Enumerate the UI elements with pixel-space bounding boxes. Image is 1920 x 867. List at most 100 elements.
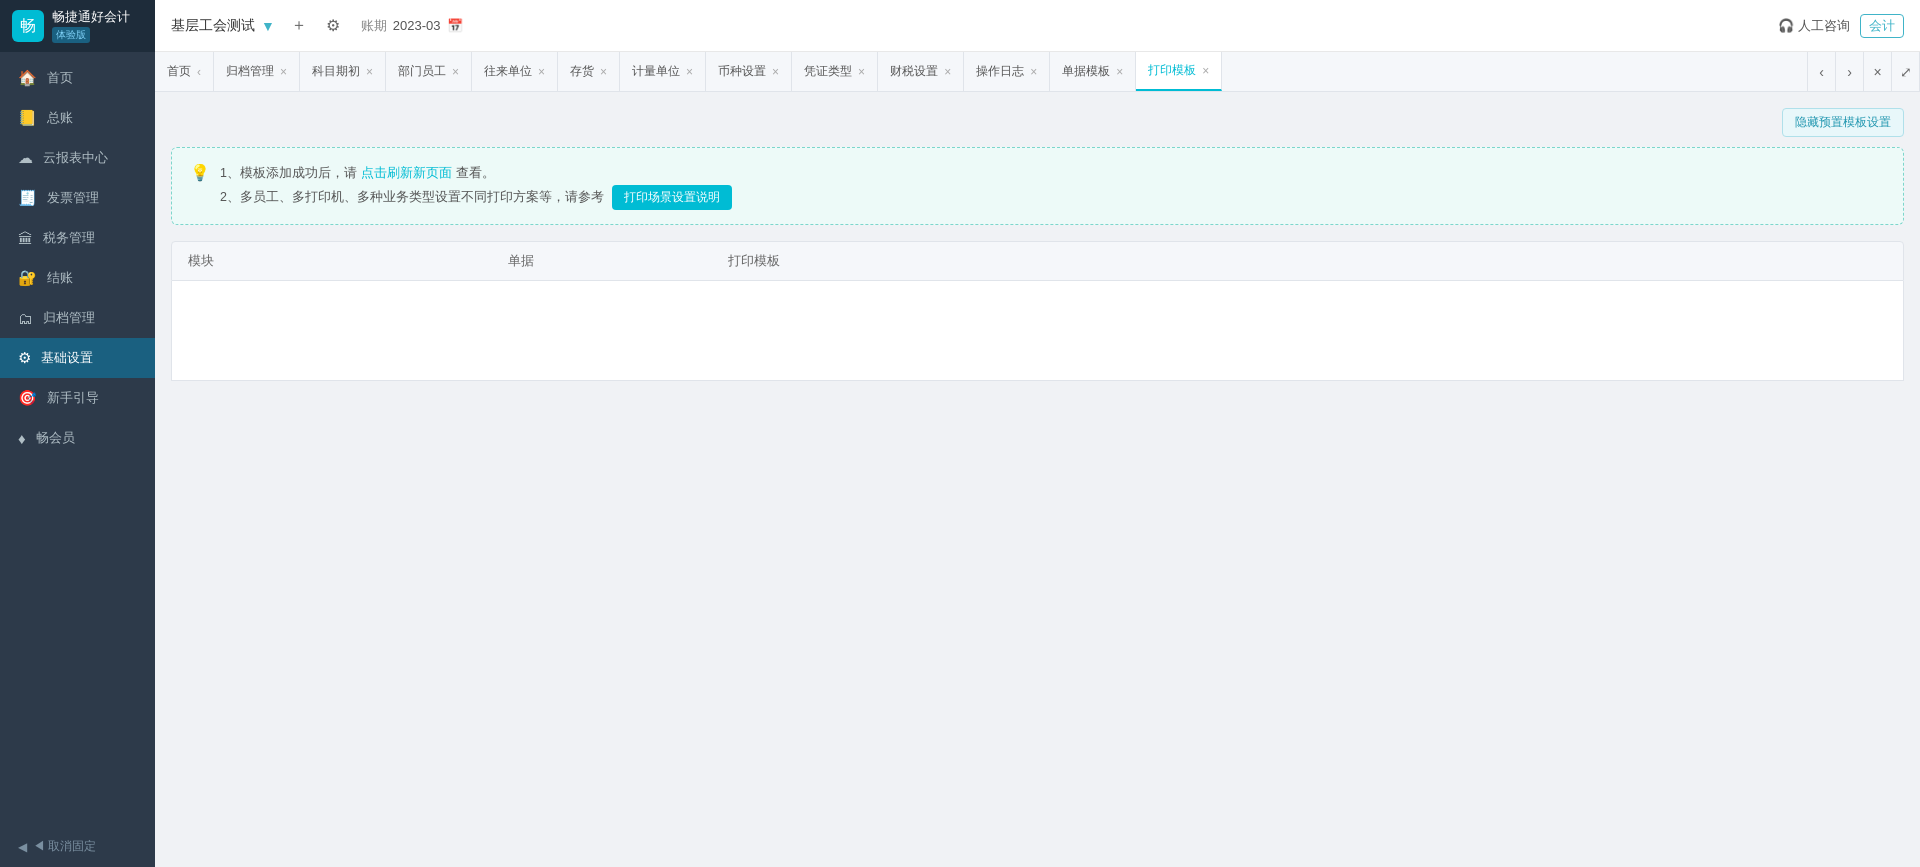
sidebar-label-archive: 归档管理 <box>43 309 95 327</box>
ledger-icon: 📒 <box>18 109 37 127</box>
table-header: 模块 单据 打印模板 <box>171 241 1904 281</box>
tax-icon: 🏛 <box>18 230 33 247</box>
hide-template-button[interactable]: 隐藏预置模板设置 <box>1782 108 1904 137</box>
sidebar-logo: 畅 畅捷通好会计 体验版 <box>0 0 155 52</box>
sidebar-nav: 🏠 首页 📒 总账 ☁ 云报表中心 🧾 发票管理 🏛 税务管理 🔐 结账 🗂 归… <box>0 52 155 826</box>
sidebar-label-close: 结账 <box>47 269 73 287</box>
archive-icon: 🗂 <box>18 310 33 327</box>
tab-dept[interactable]: 部门员工 × <box>386 52 472 91</box>
tab-fullscreen-button[interactable]: ⤢ <box>1892 52 1920 92</box>
tab-single[interactable]: 单据模板 × <box>1050 52 1136 91</box>
top-bar-actions: ＋ ⚙ <box>285 12 347 40</box>
info-text: 1、模板添加成功后，请 点击刷新新页面 查看。 2、多员工、多打印机、多种业务类… <box>220 162 1885 210</box>
sidebar-label-basic: 基础设置 <box>41 349 93 367</box>
tab-currency[interactable]: 币种设置 × <box>706 52 792 91</box>
tab-unit[interactable]: 计量单位 × <box>620 52 706 91</box>
sidebar-item-home[interactable]: 🏠 首页 <box>0 58 155 98</box>
tab-bar-nav: ‹ › × ⤢ <box>1807 52 1920 91</box>
add-tab-button[interactable]: ＋ <box>285 12 313 40</box>
tab-stock[interactable]: 存货 × <box>558 52 620 91</box>
tab-subject[interactable]: 科目期初 × <box>300 52 386 91</box>
sidebar-item-invoice[interactable]: 🧾 发票管理 <box>0 178 155 218</box>
tab-home[interactable]: 首页 ‹ <box>155 52 214 91</box>
tab-scroll-left-button[interactable]: ‹ <box>1808 52 1836 92</box>
unpin-icon: ◀ <box>18 840 27 854</box>
customer-service-label: 人工咨询 <box>1798 17 1850 35</box>
tab-archive[interactable]: 归档管理 × <box>214 52 300 91</box>
sidebar-label-guide: 新手引导 <box>47 389 99 407</box>
tab-supplier[interactable]: 往来单位 × <box>472 52 558 91</box>
th-module: 模块 <box>172 252 492 270</box>
settings-gear-button[interactable]: ⚙ <box>319 12 347 40</box>
info-line2-text: 2、多员工、多打印机、多种业务类型设置不同打印方案等，请参考 <box>220 186 604 209</box>
bulb-icon: 💡 <box>190 163 210 182</box>
content-area: 隐藏预置模板设置 💡 1、模板添加成功后，请 点击刷新新页面 查看。 2、多员工… <box>155 92 1920 867</box>
tab-bar: 首页 ‹ 归档管理 × 科目期初 × 部门员工 × 往来单位 × 存货 × 计量… <box>155 52 1920 92</box>
print-scene-btn[interactable]: 打印场景设置说明 <box>612 185 732 210</box>
tab-voucher[interactable]: 凭证类型 × <box>792 52 878 91</box>
tab-dept-close[interactable]: × <box>452 66 459 78</box>
sidebar-item-guide[interactable]: 🎯 新手引导 <box>0 378 155 418</box>
sidebar-label-reports: 云报表中心 <box>43 149 108 167</box>
reports-icon: ☁ <box>18 149 33 167</box>
sidebar-label-invoice: 发票管理 <box>47 189 99 207</box>
tab-oplog-close[interactable]: × <box>1030 66 1037 78</box>
calendar-icon[interactable]: 📅 <box>447 18 463 33</box>
sidebar-item-archive[interactable]: 🗂 归档管理 <box>0 298 155 338</box>
tab-close-all-button[interactable]: × <box>1864 52 1892 92</box>
tab-voucher-close[interactable]: × <box>858 66 865 78</box>
sidebar-item-close[interactable]: 🔐 结账 <box>0 258 155 298</box>
table-body <box>171 281 1904 381</box>
top-bar-right: 🎧 人工咨询 会计 <box>1778 14 1904 38</box>
tab-home-close[interactable]: ‹ <box>197 66 201 78</box>
sidebar-item-tax[interactable]: 🏛 税务管理 <box>0 218 155 258</box>
sidebar-item-member[interactable]: ♦ 畅会员 <box>0 418 155 458</box>
logo-icon: 畅 <box>12 10 44 42</box>
tab-supplier-close[interactable]: × <box>538 66 545 78</box>
sidebar-item-ledger[interactable]: 📒 总账 <box>0 98 155 138</box>
sidebar: 畅 畅捷通好会计 体验版 🏠 首页 📒 总账 ☁ 云报表中心 🧾 发票管理 🏛 … <box>0 0 155 867</box>
hide-template-btn-row: 隐藏预置模板设置 <box>171 108 1904 137</box>
tab-stock-close[interactable]: × <box>600 66 607 78</box>
settings-icon: ⚙ <box>18 349 31 367</box>
print-template-table: 模块 单据 打印模板 <box>171 241 1904 381</box>
customer-service-button[interactable]: 🎧 人工咨询 <box>1778 17 1850 35</box>
tab-unit-close[interactable]: × <box>686 66 693 78</box>
sidebar-label-home: 首页 <box>47 69 73 87</box>
tab-archive-close[interactable]: × <box>280 66 287 78</box>
close-month-icon: 🔐 <box>18 269 37 287</box>
top-bar: 基层工会测试 ▼ ＋ ⚙ 账期 2023-03 📅 🎧 人工咨询 会计 <box>155 0 1920 52</box>
company-name: 基层工会测试 <box>171 17 255 35</box>
member-icon: ♦ <box>18 430 26 447</box>
sidebar-label-member: 畅会员 <box>36 429 75 447</box>
tab-taxset-close[interactable]: × <box>944 66 951 78</box>
company-selector[interactable]: 基层工会测试 ▼ <box>171 17 275 35</box>
tab-oplog[interactable]: 操作日志 × <box>964 52 1050 91</box>
tab-print[interactable]: 打印模板 × <box>1136 52 1222 91</box>
period-value: 2023-03 <box>393 18 441 33</box>
invoice-icon: 🧾 <box>18 189 37 207</box>
th-template: 打印模板 <box>712 252 1903 270</box>
tab-taxset[interactable]: 财税设置 × <box>878 52 964 91</box>
guide-icon: 🎯 <box>18 389 37 407</box>
info-box: 💡 1、模板添加成功后，请 点击刷新新页面 查看。 2、多员工、多打印机、多种业… <box>171 147 1904 225</box>
chevron-down-icon: ▼ <box>261 18 275 34</box>
sidebar-item-basic[interactable]: ⚙ 基础设置 <box>0 338 155 378</box>
logo-name: 畅捷通好会计 <box>52 9 130 26</box>
info-line-2: 2、多员工、多打印机、多种业务类型设置不同打印方案等，请参考 打印场景设置说明 <box>220 185 1885 210</box>
sidebar-item-reports[interactable]: ☁ 云报表中心 <box>0 138 155 178</box>
home-icon: 🏠 <box>18 69 37 87</box>
sidebar-label-ledger: 总账 <box>47 109 73 127</box>
info-line1-link[interactable]: 点击刷新新页面 <box>361 162 452 185</box>
tab-single-close[interactable]: × <box>1116 66 1123 78</box>
tab-currency-close[interactable]: × <box>772 66 779 78</box>
period-info: 账期 2023-03 📅 <box>361 17 463 35</box>
tab-subject-close[interactable]: × <box>366 66 373 78</box>
sidebar-unpin[interactable]: ◀ ◀ 取消固定 <box>0 826 155 867</box>
kuaiji-badge-button[interactable]: 会计 <box>1860 14 1904 38</box>
tab-print-close[interactable]: × <box>1202 65 1209 77</box>
headset-icon: 🎧 <box>1778 18 1794 33</box>
sidebar-label-tax: 税务管理 <box>43 229 95 247</box>
tab-scroll-right-button[interactable]: › <box>1836 52 1864 92</box>
main-area: 基层工会测试 ▼ ＋ ⚙ 账期 2023-03 📅 🎧 人工咨询 会计 首页 ‹ <box>155 0 1920 867</box>
